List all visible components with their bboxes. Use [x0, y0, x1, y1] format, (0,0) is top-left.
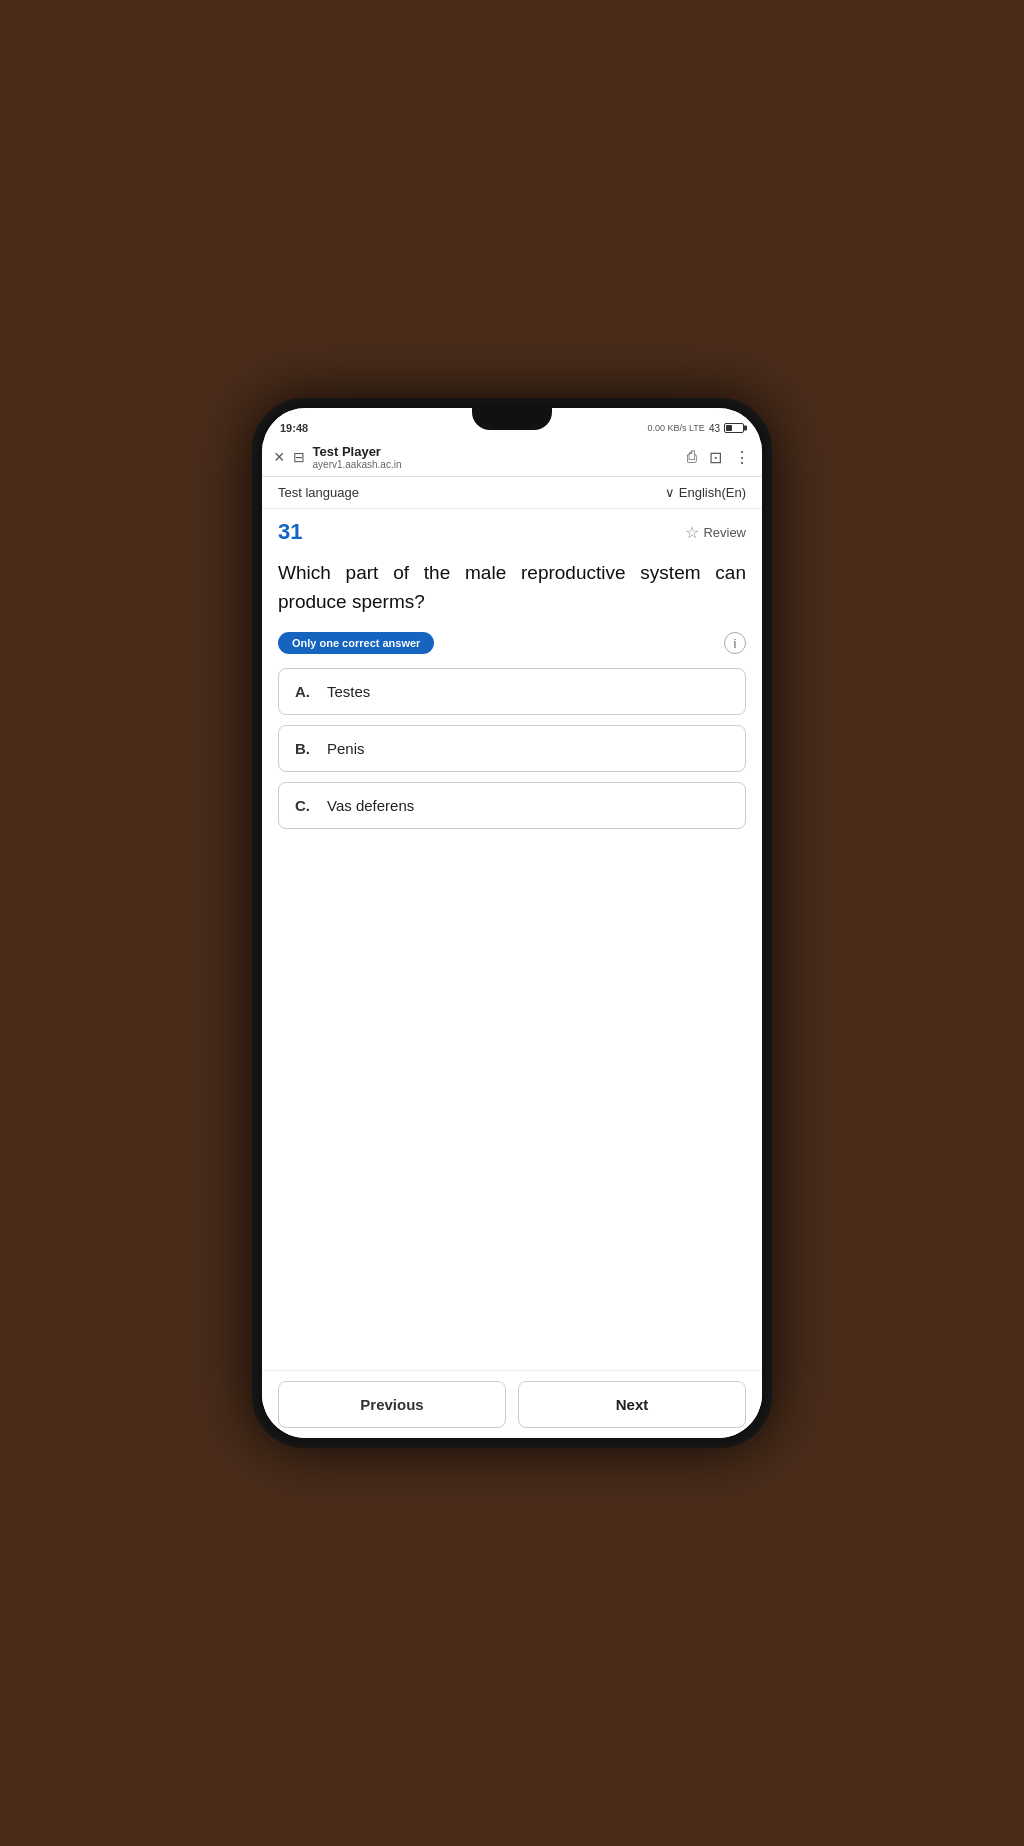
info-icon[interactable]: i	[724, 632, 746, 654]
review-button[interactable]: ☆ Review	[685, 523, 746, 542]
tab-icon: ⊟	[293, 449, 305, 465]
bookmark-icon[interactable]: ⊡	[709, 448, 722, 467]
language-selector[interactable]: ∨ English(En)	[665, 485, 746, 500]
battery-label: 43	[709, 423, 720, 434]
chevron-down-icon: ∨	[665, 485, 675, 500]
close-button[interactable]: ×	[274, 447, 285, 468]
option-a-text: Testes	[327, 683, 370, 700]
previous-button[interactable]: Previous	[278, 1381, 506, 1428]
status-time: 19:48	[280, 422, 308, 434]
language-label: Test language	[278, 485, 359, 500]
option-c[interactable]: C. Vas deferens	[278, 782, 746, 829]
question-area: 31 ☆ Review Which part of the male repro…	[262, 509, 762, 1438]
option-c-letter: C.	[295, 797, 315, 814]
browser-right-section: ⎙ ⊡ ⋮	[687, 448, 750, 467]
review-label: Review	[703, 525, 746, 540]
option-b[interactable]: B. Penis	[278, 725, 746, 772]
battery-icon	[724, 423, 744, 433]
browser-title-block: Test Player ayerv1.aakash.ac.in	[313, 444, 402, 470]
phone-device: 19:48 0.00 KB/s LTE 43 × ⊟ Test Player a…	[252, 398, 772, 1448]
option-c-text: Vas deferens	[327, 797, 414, 814]
browser-toolbar: × ⊟ Test Player ayerv1.aakash.ac.in ⎙ ⊡ …	[262, 438, 762, 477]
star-icon: ☆	[685, 523, 699, 542]
status-right-icons: 0.00 KB/s LTE 43	[648, 423, 745, 434]
phone-notch	[472, 408, 552, 430]
browser-url: ayerv1.aakash.ac.in	[313, 459, 402, 470]
next-button[interactable]: Next	[518, 1381, 746, 1428]
share-icon[interactable]: ⎙	[687, 448, 697, 466]
question-header: 31 ☆ Review	[262, 509, 762, 549]
question-text: Which part of the male reproductive syst…	[262, 549, 762, 628]
option-b-text: Penis	[327, 740, 365, 757]
question-number: 31	[278, 519, 302, 545]
option-a[interactable]: A. Testes	[278, 668, 746, 715]
network-label: 0.00 KB/s LTE	[648, 423, 705, 433]
info-symbol: i	[734, 636, 737, 651]
option-a-letter: A.	[295, 683, 315, 700]
answer-type-row: Only one correct answer i	[262, 628, 762, 664]
options-list: A. Testes B. Penis C. Vas deferens	[262, 664, 762, 1370]
menu-icon[interactable]: ⋮	[734, 448, 750, 467]
bottom-navigation: Previous Next	[262, 1370, 762, 1438]
phone-screen: 19:48 0.00 KB/s LTE 43 × ⊟ Test Player a…	[262, 408, 762, 1438]
option-b-letter: B.	[295, 740, 315, 757]
browser-title: Test Player	[313, 444, 402, 459]
answer-type-badge[interactable]: Only one correct answer	[278, 632, 434, 654]
browser-left-section: × ⊟ Test Player ayerv1.aakash.ac.in	[274, 444, 401, 470]
language-bar: Test language ∨ English(En)	[262, 477, 762, 509]
language-value-text: English(En)	[679, 485, 746, 500]
